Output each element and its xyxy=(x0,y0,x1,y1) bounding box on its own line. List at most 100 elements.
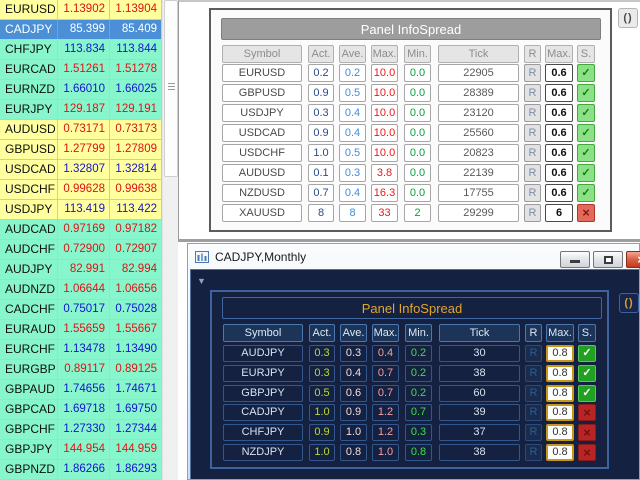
market-watch-row[interactable]: EURJPY 129.187 129.191 xyxy=(0,100,162,120)
status-toggle-button[interactable] xyxy=(577,104,595,122)
max-limit-input[interactable] xyxy=(546,424,574,442)
symbol-cell: EURUSD xyxy=(0,0,58,19)
status-toggle-button[interactable] xyxy=(578,404,596,422)
average-spread-cell: 0.4 xyxy=(340,364,367,382)
market-watch-row[interactable]: GBPAUD 1.74656 1.74671 xyxy=(0,380,162,400)
status-toggle-button[interactable] xyxy=(578,364,596,382)
max-spread-cell: 16.3 xyxy=(371,184,398,202)
reset-button[interactable]: R xyxy=(524,164,541,182)
status-toggle-button[interactable] xyxy=(578,345,596,362)
market-watch-row[interactable]: EURGBP 0.89117 0.89125 xyxy=(0,360,162,380)
market-watch-row[interactable]: EURCHF 1.13478 1.13490 xyxy=(0,340,162,360)
column-header-min: Min. xyxy=(404,45,431,63)
one-click-dropdown-arrow-icon[interactable]: ▼ xyxy=(197,277,206,286)
max-limit-input[interactable] xyxy=(545,124,573,142)
max-limit-input[interactable] xyxy=(545,204,573,222)
reset-button[interactable]: R xyxy=(525,404,542,422)
status-toggle-button[interactable] xyxy=(577,124,595,142)
reset-button[interactable]: R xyxy=(525,345,542,362)
market-watch-row[interactable]: AUDUSD 0.73171 0.73173 xyxy=(0,120,162,140)
reset-button[interactable]: R xyxy=(524,124,541,142)
market-watch-row[interactable]: CADJPY 85.399 85.409 xyxy=(0,20,162,40)
status-toggle-button[interactable] xyxy=(577,164,595,182)
column-header-maxlimit: Max. xyxy=(546,324,574,342)
min-spread-cell: 0.0 xyxy=(404,144,431,162)
ask-cell: 0.75028 xyxy=(110,300,162,319)
ask-cell: 0.72907 xyxy=(110,240,162,259)
market-watch-row[interactable]: GBPUSD 1.27799 1.27809 xyxy=(0,140,162,160)
status-toggle-button[interactable] xyxy=(577,204,595,222)
reset-button[interactable]: R xyxy=(524,184,541,202)
max-limit-input[interactable] xyxy=(546,345,574,362)
market-watch-row[interactable]: EURCAD 1.51261 1.51278 xyxy=(0,60,162,80)
max-limit-input[interactable] xyxy=(545,64,573,82)
one-click-trading-icon[interactable]: () xyxy=(619,293,639,313)
max-limit-input[interactable] xyxy=(545,84,573,102)
market-watch-row[interactable]: GBPNZD 1.86266 1.86293 xyxy=(0,460,162,480)
status-toggle-button[interactable] xyxy=(577,64,595,82)
market-watch-row[interactable]: GBPCHF 1.27330 1.27344 xyxy=(0,420,162,440)
tick-count-cell: 38 xyxy=(439,443,520,461)
max-limit-input[interactable] xyxy=(546,443,574,461)
market-watch-row[interactable]: GBPJPY 144.954 144.959 xyxy=(0,440,162,460)
status-icon xyxy=(582,347,591,359)
window-titlebar[interactable]: CADJPY,Monthly × xyxy=(188,244,640,269)
status-icon xyxy=(581,167,590,179)
panel-header-row: Symbol Act. Ave. Max. Min. Tick R Max. S… xyxy=(212,324,607,342)
reset-button[interactable]: R xyxy=(524,144,541,162)
market-watch-row[interactable]: USDCHF 0.99628 0.99638 xyxy=(0,180,162,200)
max-limit-input[interactable] xyxy=(546,384,574,402)
max-limit-input[interactable] xyxy=(545,144,573,162)
max-limit-input[interactable] xyxy=(545,184,573,202)
column-header-symbol: Symbol xyxy=(222,45,302,63)
status-icon xyxy=(582,367,591,379)
status-toggle-button[interactable] xyxy=(577,144,595,162)
symbol-cell: NZDJPY xyxy=(223,443,303,461)
average-spread-cell: 0.4 xyxy=(339,184,366,202)
minimize-button[interactable] xyxy=(560,251,590,268)
market-watch-row[interactable]: AUDCHF 0.72900 0.72907 xyxy=(0,240,162,260)
one-click-trading-icon[interactable]: () xyxy=(618,8,638,28)
reset-button[interactable]: R xyxy=(525,443,542,461)
bid-cell: 113.419 xyxy=(58,200,110,219)
close-button[interactable]: × xyxy=(626,251,640,268)
reset-button[interactable]: R xyxy=(524,84,541,102)
market-watch-row[interactable]: AUDCAD 0.97169 0.97182 xyxy=(0,220,162,240)
min-spread-cell: 0.0 xyxy=(404,184,431,202)
max-limit-input[interactable] xyxy=(545,104,573,122)
restore-button[interactable] xyxy=(593,251,623,268)
market-watch-row[interactable]: USDJPY 113.419 113.422 xyxy=(0,200,162,220)
market-watch-row[interactable]: EURAUD 1.55659 1.55667 xyxy=(0,320,162,340)
status-icon xyxy=(581,87,590,99)
status-toggle-button[interactable] xyxy=(578,424,596,442)
status-toggle-button[interactable] xyxy=(578,443,596,461)
reset-button[interactable]: R xyxy=(525,424,542,442)
reset-button[interactable]: R xyxy=(524,64,541,82)
reset-button[interactable]: R xyxy=(525,384,542,402)
market-watch-row[interactable]: EURNZD 1.66010 1.66025 xyxy=(0,80,162,100)
actual-spread-cell: 0.5 xyxy=(309,384,335,402)
max-limit-input[interactable] xyxy=(546,364,574,382)
minimize-icon xyxy=(570,260,580,263)
max-limit-input[interactable] xyxy=(546,404,574,422)
reset-button[interactable]: R xyxy=(525,364,542,382)
ask-cell: 1.32814 xyxy=(110,160,162,179)
scrollbar-thumb[interactable] xyxy=(164,0,178,177)
market-watch-row[interactable]: CHFJPY 113.834 113.844 xyxy=(0,40,162,60)
status-toggle-button[interactable] xyxy=(578,384,596,402)
reset-button[interactable]: R xyxy=(524,204,541,222)
spread-row: AUDJPY 0.3 0.3 0.4 0.2 30 R xyxy=(212,345,607,362)
reset-button[interactable]: R xyxy=(524,104,541,122)
actual-spread-cell: 0.2 xyxy=(308,64,334,82)
market-watch-row[interactable]: AUDJPY 82.991 82.994 xyxy=(0,260,162,280)
market-watch-row[interactable]: AUDNZD 1.06644 1.06656 xyxy=(0,280,162,300)
status-toggle-button[interactable] xyxy=(577,184,595,202)
market-watch-row[interactable]: EURUSD 1.13902 1.13904 xyxy=(0,0,162,20)
status-toggle-button[interactable] xyxy=(577,84,595,102)
market-watch-scrollbar[interactable] xyxy=(162,0,178,480)
bid-cell: 1.69718 xyxy=(58,400,110,419)
market-watch-row[interactable]: USDCAD 1.32807 1.32814 xyxy=(0,160,162,180)
market-watch-row[interactable]: CADCHF 0.75017 0.75028 xyxy=(0,300,162,320)
max-limit-input[interactable] xyxy=(545,164,573,182)
market-watch-row[interactable]: GBPCAD 1.69718 1.69750 xyxy=(0,400,162,420)
